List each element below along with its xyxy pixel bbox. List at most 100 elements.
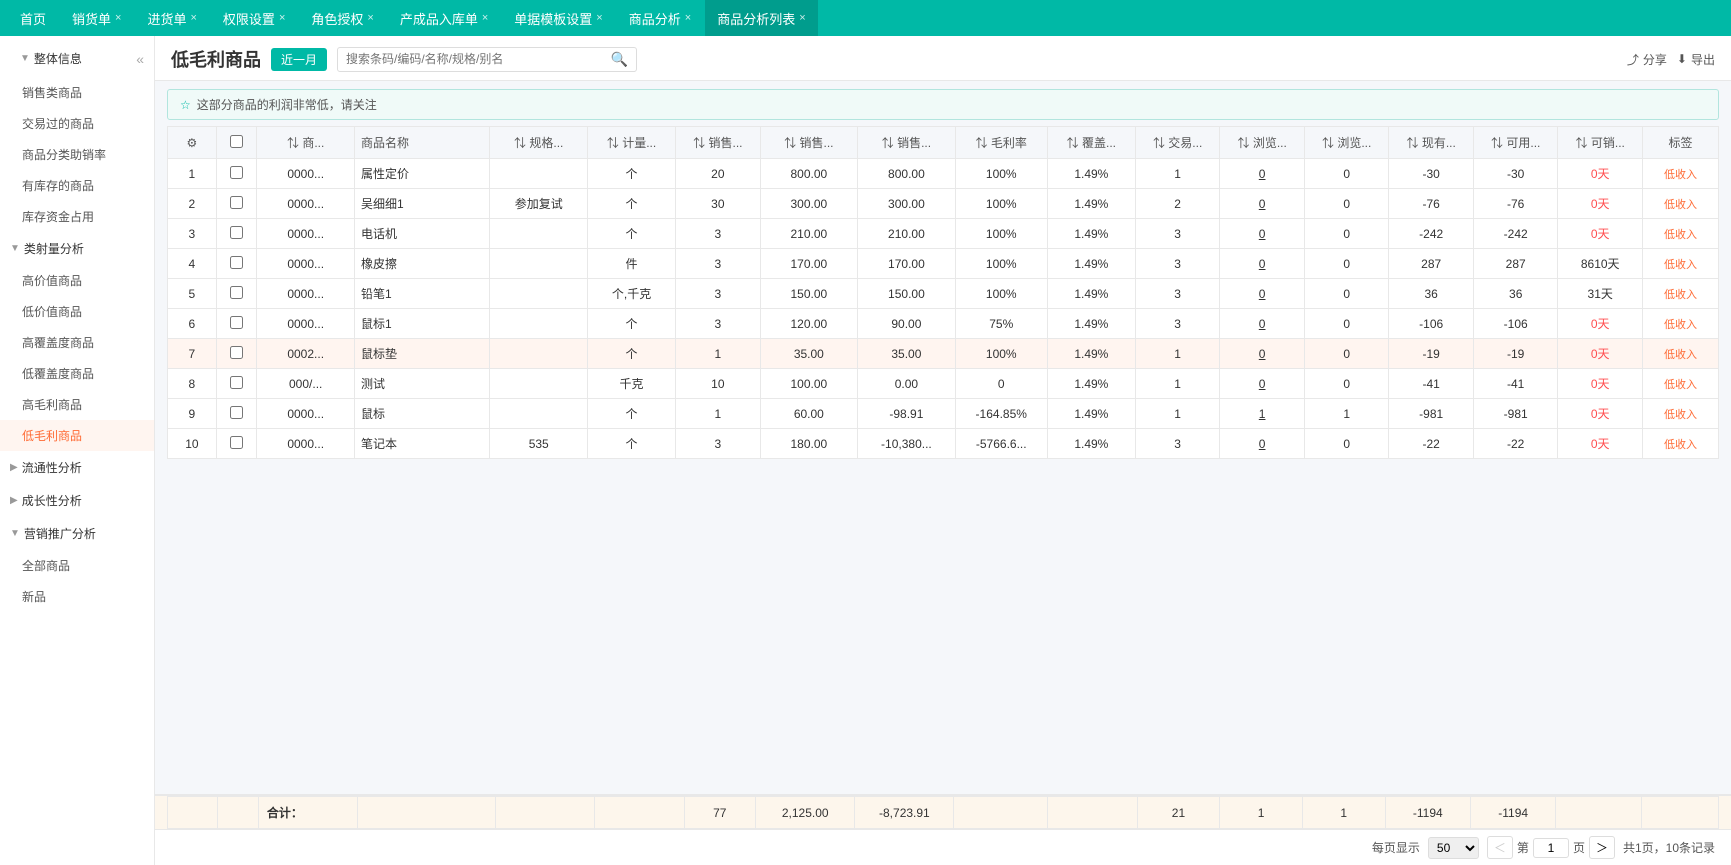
nav-close-analysis[interactable]: ×	[685, 12, 691, 24]
nav-close-template[interactable]: ×	[596, 12, 602, 24]
nav-close-analysis-list[interactable]: ×	[799, 12, 805, 24]
search-input[interactable]	[346, 52, 611, 66]
sidebar-item-category-rate[interactable]: 商品分类助销率	[0, 139, 154, 170]
nav-template-settings[interactable]: 单据模板设置 ×	[502, 0, 614, 36]
sort-code-icon[interactable]: ⇅	[287, 136, 299, 150]
cell-view1[interactable]: 0	[1220, 369, 1305, 399]
row-checkbox[interactable]	[230, 196, 243, 209]
view1-link[interactable]: 0	[1259, 317, 1266, 331]
sort-available-icon[interactable]: ⇅	[1491, 136, 1503, 150]
nav-close-roles[interactable]: ×	[367, 12, 373, 24]
cell-view1[interactable]: 0	[1220, 219, 1305, 249]
row-checkbox[interactable]	[230, 406, 243, 419]
nav-product-entry[interactable]: 产成品入库单 ×	[388, 0, 500, 36]
sidebar-group-liquidity[interactable]: ▶ 流通性分析	[0, 451, 154, 484]
sidebar-item-inventory-capital[interactable]: 库存资金占用	[0, 201, 154, 232]
row-checkbox[interactable]	[230, 226, 243, 239]
sidebar-collapse-btn[interactable]: «	[132, 51, 148, 67]
cell-check[interactable]	[216, 309, 257, 339]
view1-link[interactable]: 1	[1259, 407, 1266, 421]
sort-spec-icon[interactable]: ⇅	[514, 136, 526, 150]
sort-sales-amt-icon[interactable]: ⇅	[784, 136, 796, 150]
view1-link[interactable]: 0	[1259, 287, 1266, 301]
sidebar-item-low-coverage[interactable]: 低覆盖度商品	[0, 358, 154, 389]
per-page-select[interactable]: 50 100 200	[1428, 837, 1479, 859]
row-checkbox[interactable]	[230, 436, 243, 449]
sort-sellable-icon[interactable]: ⇅	[1576, 136, 1588, 150]
nav-close-permissions[interactable]: ×	[279, 12, 285, 24]
cell-view1[interactable]: 0	[1220, 339, 1305, 369]
nav-roles[interactable]: 角色授权 ×	[299, 0, 385, 36]
next-page-btn[interactable]: ＞	[1589, 836, 1615, 859]
cell-check[interactable]	[216, 429, 257, 459]
view1-link[interactable]: 0	[1259, 167, 1266, 181]
sidebar-item-low-value[interactable]: 低价值商品	[0, 296, 154, 327]
cell-check[interactable]	[216, 339, 257, 369]
cell-view1[interactable]: 1	[1220, 399, 1305, 429]
cell-view1[interactable]: 0	[1220, 279, 1305, 309]
nav-permissions[interactable]: 权限设置 ×	[211, 0, 297, 36]
sidebar-item-high-coverage[interactable]: 高覆盖度商品	[0, 327, 154, 358]
sidebar-item-sales-goods[interactable]: 销售类商品	[0, 77, 154, 108]
row-checkbox[interactable]	[230, 286, 243, 299]
cell-check[interactable]	[216, 369, 257, 399]
cell-view1[interactable]: 0	[1220, 429, 1305, 459]
row-checkbox[interactable]	[230, 346, 243, 359]
select-all-checkbox[interactable]	[230, 135, 243, 148]
cell-check[interactable]	[216, 219, 257, 249]
sidebar-item-traded-goods[interactable]: 交易过的商品	[0, 108, 154, 139]
cell-check[interactable]	[216, 279, 257, 309]
cell-view1[interactable]: 0	[1220, 249, 1305, 279]
cell-check[interactable]	[216, 189, 257, 219]
sort-current-icon[interactable]: ⇅	[1406, 136, 1418, 150]
sidebar-group-marketing[interactable]: ▼ 营销推广分析	[0, 517, 154, 550]
view1-link[interactable]: 0	[1259, 227, 1266, 241]
nav-home[interactable]: 首页	[8, 0, 58, 36]
row-checkbox[interactable]	[230, 166, 243, 179]
nav-purchase[interactable]: 进货单 ×	[135, 0, 208, 36]
nav-sales[interactable]: 销货单 ×	[60, 0, 133, 36]
view1-link[interactable]: 0	[1259, 257, 1266, 271]
sort-view1-icon[interactable]: ⇅	[1237, 136, 1249, 150]
sort-unit-icon[interactable]: ⇅	[607, 136, 619, 150]
cell-check[interactable]	[216, 249, 257, 279]
page-number-input[interactable]	[1533, 838, 1569, 858]
search-icon[interactable]: 🔍	[611, 51, 628, 68]
view1-link[interactable]: 0	[1259, 377, 1266, 391]
sort-sales-profit-icon[interactable]: ⇅	[882, 136, 894, 150]
sidebar-item-stocked-goods[interactable]: 有库存的商品	[0, 170, 154, 201]
sidebar-group-growth[interactable]: ▶ 成长性分析	[0, 484, 154, 517]
sidebar-item-low-margin[interactable]: 低毛利商品	[0, 420, 154, 451]
nav-analysis-list[interactable]: 商品分析列表 ×	[705, 0, 817, 36]
cell-view1[interactable]: 0	[1220, 189, 1305, 219]
row-checkbox[interactable]	[230, 376, 243, 389]
row-checkbox[interactable]	[230, 256, 243, 269]
sidebar-item-new-goods[interactable]: 新品	[0, 581, 154, 612]
sort-gross-rate-icon[interactable]: ⇅	[976, 136, 988, 150]
nav-close-purchase[interactable]: ×	[190, 12, 196, 24]
settings-icon[interactable]: ⚙	[187, 136, 198, 150]
share-btn[interactable]: ⤴ 分享	[1627, 51, 1667, 68]
sidebar-item-high-value[interactable]: 高价值商品	[0, 265, 154, 296]
sort-coverage-icon[interactable]: ⇅	[1067, 136, 1079, 150]
cell-view1[interactable]: 0	[1220, 159, 1305, 189]
view1-link[interactable]: 0	[1259, 347, 1266, 361]
sidebar-group-overall[interactable]: ▼ 整体信息	[10, 42, 92, 75]
prev-page-btn[interactable]: ＜	[1487, 836, 1513, 859]
sort-view2-icon[interactable]: ⇅	[1322, 136, 1334, 150]
export-btn[interactable]: ⬇ 导出	[1677, 51, 1715, 68]
cell-check[interactable]	[216, 399, 257, 429]
filter-recent-month-btn[interactable]: 近一月	[271, 48, 327, 71]
sort-sales-qty-icon[interactable]: ⇅	[693, 136, 705, 150]
sidebar-item-all-goods[interactable]: 全部商品	[0, 550, 154, 581]
view1-link[interactable]: 0	[1259, 197, 1266, 211]
th-check[interactable]	[216, 127, 257, 159]
nav-product-analysis[interactable]: 商品分析 ×	[617, 0, 703, 36]
sidebar-item-high-margin[interactable]: 高毛利商品	[0, 389, 154, 420]
cell-view1[interactable]: 0	[1220, 309, 1305, 339]
nav-close-product-entry[interactable]: ×	[482, 12, 488, 24]
row-checkbox[interactable]	[230, 316, 243, 329]
view1-link[interactable]: 0	[1259, 437, 1266, 451]
nav-close-sales[interactable]: ×	[115, 12, 121, 24]
sort-trade-icon[interactable]: ⇅	[1153, 136, 1165, 150]
